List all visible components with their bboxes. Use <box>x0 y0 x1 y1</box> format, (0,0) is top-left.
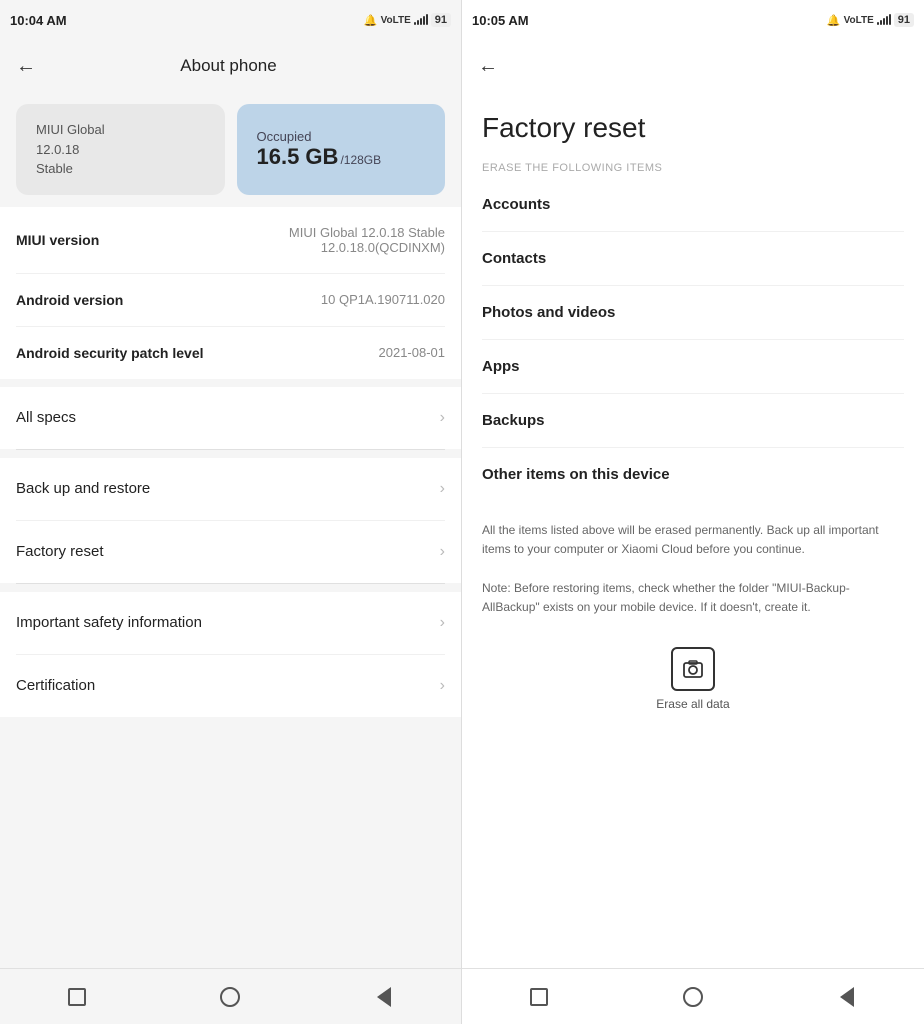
alarm-icon: 🔔 <box>364 14 378 27</box>
left-content: MIUI Global12.0.18Stable Occupied 16.5 G… <box>0 92 461 968</box>
erase-item-other: Other items on this device <box>482 448 904 501</box>
android-version-row: Android version 10 QP1A.190711.020 <box>16 274 445 327</box>
divider-1 <box>16 449 445 450</box>
security-patch-label: Android security patch level <box>16 345 204 361</box>
backup-restore-label: Back up and restore <box>16 480 150 497</box>
factory-reset-page-title: Factory reset <box>462 92 924 154</box>
backup-restore-row[interactable]: Back up and restore › <box>16 458 445 521</box>
warning-text-container: All the items listed above will be erase… <box>462 501 924 637</box>
left-square-button[interactable] <box>63 983 91 1011</box>
miui-version-value: MIUI Global 12.0.18 Stable12.0.18.0(QCDI… <box>289 225 445 255</box>
all-specs-row[interactable]: All specs › <box>16 387 445 449</box>
left-battery: 91 <box>431 13 451 27</box>
android-version-value: 10 QP1A.190711.020 <box>321 292 445 307</box>
factory-reset-label: Factory reset <box>16 543 104 560</box>
erase-item-photos: Photos and videos <box>482 286 904 340</box>
miui-version-row: MIUI version MIUI Global 12.0.18 Stable1… <box>16 207 445 274</box>
left-home-button[interactable] <box>216 983 244 1011</box>
info-section: MIUI version MIUI Global 12.0.18 Stable1… <box>0 207 461 379</box>
divider-2 <box>16 583 445 584</box>
version-card-row: MIUI Global12.0.18Stable Occupied 16.5 G… <box>0 92 461 207</box>
backup-restore-chevron: › <box>440 480 445 498</box>
right-content: Factory reset ERASE THE FOLLOWING ITEMS … <box>462 92 924 968</box>
right-triangle-icon <box>840 987 854 1007</box>
left-back-button[interactable]: ← <box>16 55 36 78</box>
erase-item-apps: Apps <box>482 340 904 394</box>
right-status-bar: 10:05 AM 🔔 VoLTE 91 <box>462 0 924 40</box>
erase-items-section: Accounts Contacts Photos and videos Apps… <box>462 178 924 501</box>
all-specs-chevron: › <box>440 409 445 427</box>
left-bottom-nav <box>0 968 461 1024</box>
warning-text-2: Note: Before restoring items, check whet… <box>482 579 904 617</box>
erase-all-data-button[interactable] <box>671 647 715 691</box>
storage-label: Occupied <box>257 129 312 144</box>
right-square-icon <box>530 988 548 1006</box>
storage-total: /128GB <box>340 153 381 167</box>
erase-button-container: Erase all data <box>462 637 924 731</box>
left-toolbar: ← About phone <box>0 40 461 92</box>
camera-icon <box>682 658 704 680</box>
left-status-bar: 10:04 AM 🔔 VoLTE 91 <box>0 0 461 40</box>
right-toolbar: ← <box>462 40 924 92</box>
certification-label: Certification <box>16 677 95 694</box>
right-battery: 91 <box>894 13 914 27</box>
erase-item-accounts: Accounts <box>482 178 904 232</box>
safety-info-row[interactable]: Important safety information › <box>16 592 445 655</box>
nav-section-3: Important safety information › Certifica… <box>0 592 461 717</box>
square-icon <box>68 988 86 1006</box>
android-version-label: Android version <box>16 292 123 308</box>
left-status-icons: 🔔 VoLTE 91 <box>364 13 451 28</box>
security-patch-value: 2021-08-01 <box>379 345 446 360</box>
certification-row[interactable]: Certification › <box>16 655 445 717</box>
signal-icon <box>414 13 428 28</box>
network-icon: VoLTE <box>381 15 411 26</box>
right-bottom-nav <box>462 968 924 1024</box>
left-toolbar-title: About phone <box>36 56 421 76</box>
nav-section-2: Back up and restore › Factory reset › <box>0 458 461 583</box>
safety-info-chevron: › <box>440 614 445 632</box>
erase-item-contacts: Contacts <box>482 232 904 286</box>
erase-btn-label: Erase all data <box>656 697 729 711</box>
right-network-icon: VoLTE <box>844 15 874 26</box>
certification-chevron: › <box>440 677 445 695</box>
factory-reset-chevron: › <box>440 543 445 561</box>
security-patch-row: Android security patch level 2021-08-01 <box>16 327 445 379</box>
warning-text-1: All the items listed above will be erase… <box>482 521 904 559</box>
right-signal-icon <box>877 13 891 28</box>
right-panel: 10:05 AM 🔔 VoLTE 91 ← Factory reset ERAS… <box>462 0 924 1024</box>
right-time: 10:05 AM <box>472 13 529 28</box>
miui-version-badge: MIUI Global12.0.18Stable <box>16 104 225 195</box>
left-panel: 10:04 AM 🔔 VoLTE 91 ← About phone <box>0 0 462 1024</box>
right-square-button[interactable] <box>525 983 553 1011</box>
right-circle-icon <box>683 987 703 1007</box>
factory-reset-row[interactable]: Factory reset › <box>16 521 445 583</box>
left-time: 10:04 AM <box>10 13 67 28</box>
triangle-icon <box>377 987 391 1007</box>
left-back-nav-button[interactable] <box>370 983 398 1011</box>
miui-version-label: MIUI version <box>16 232 99 248</box>
right-status-icons: 🔔 VoLTE 91 <box>827 13 914 28</box>
all-specs-label: All specs <box>16 409 76 426</box>
erase-label: ERASE THE FOLLOWING ITEMS <box>462 154 924 178</box>
circle-icon <box>220 987 240 1007</box>
safety-info-label: Important safety information <box>16 614 202 631</box>
miui-version-text: MIUI Global12.0.18Stable <box>36 120 205 179</box>
right-back-button[interactable]: ← <box>478 55 498 78</box>
right-home-button[interactable] <box>679 983 707 1011</box>
nav-section: All specs › <box>0 387 461 449</box>
right-alarm-icon: 🔔 <box>827 14 841 27</box>
storage-badge: Occupied 16.5 GB /128GB <box>237 104 446 195</box>
storage-value: 16.5 GB <box>257 144 339 170</box>
erase-item-backups: Backups <box>482 394 904 448</box>
right-back-nav-button[interactable] <box>833 983 861 1011</box>
